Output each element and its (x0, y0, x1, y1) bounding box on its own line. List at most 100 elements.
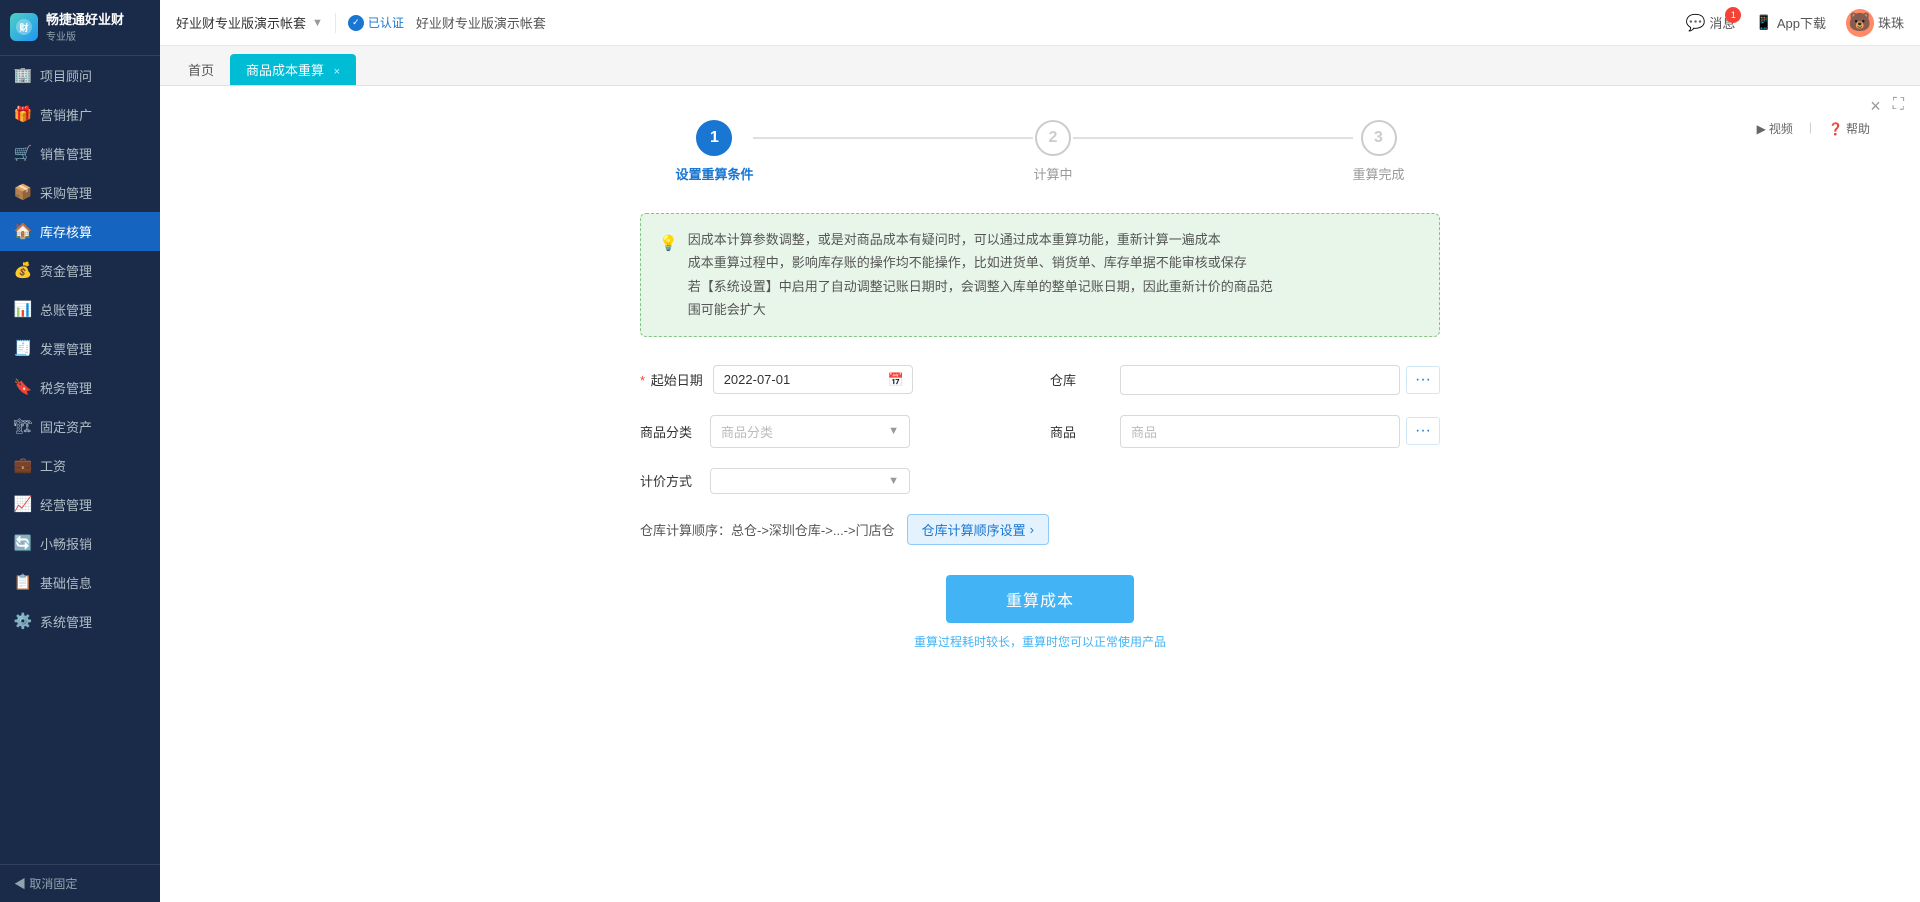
main-area: 好业财专业版演示帐套 ▼ ✓ 已认证 好业财专业版演示帐套 💬 消息 1 📱 A… (160, 0, 1920, 902)
project-icon: 🏢 (14, 66, 32, 84)
content-area: × ⛶ ▶ 视频 | ❓ 帮助 1 设置重算条件 2 计算中 (160, 86, 1920, 902)
sidebar-item-label: 库存核算 (40, 222, 92, 241)
sidebar-item-sales[interactable]: 🛒 销售管理 (0, 134, 160, 173)
sidebar-unpin-button[interactable]: ◀ 取消固定 (0, 864, 160, 902)
step-2-circle: 2 (1035, 120, 1071, 156)
app-subtitle: 专业版 (46, 28, 124, 43)
user-menu-button[interactable]: 🐻 珠珠 (1846, 9, 1904, 37)
sidebar-item-accounting[interactable]: 📊 总账管理 (0, 290, 160, 329)
sidebar-item-system[interactable]: ⚙️ 系统管理 (0, 602, 160, 641)
sidebar-item-operation[interactable]: 📈 经营管理 (0, 485, 160, 524)
unpin-label: ◀ 取消固定 (14, 875, 77, 892)
sidebar-item-finance[interactable]: 💰 资金管理 (0, 251, 160, 290)
category-group: 商品分类 商品分类 ▼ (640, 415, 1030, 448)
sidebar-item-project[interactable]: 🏢 项目顾问 (0, 56, 160, 95)
account-name: 好业财专业版演示帐套 (176, 13, 306, 32)
sidebar-item-inventory[interactable]: 🏠 库存核算 (0, 212, 160, 251)
verified-text: 已认证 (368, 14, 404, 31)
mobile-icon: 📱 (1755, 14, 1772, 31)
info-line-3: 若【系统设置】中启用了自动调整记账日期时，会调整入库单的整单记账日期，因此重新计… (688, 275, 1273, 298)
sidebar: 财 畅捷通好业财 专业版 🏢 项目顾问 🎁 营销推广 🛒 销售管理 📦 采购管理… (0, 0, 160, 902)
steps-container: 1 设置重算条件 2 计算中 3 重算完成 (190, 110, 1890, 183)
product-label: 商品 (1050, 422, 1110, 441)
tax-icon: 🔖 (14, 378, 32, 396)
sidebar-item-label: 固定资产 (40, 417, 92, 436)
sidebar-item-salary[interactable]: 💼 工资 (0, 446, 160, 485)
sidebar-item-assets[interactable]: 🏗 固定资产 (0, 407, 160, 446)
expand-window-button[interactable]: ⛶ (1893, 96, 1904, 117)
warehouse-order-row: 仓库计算顺序：总仓->深圳仓库->...->门店仓 仓库计算顺序设置 › (640, 514, 1440, 545)
category-placeholder: 商品分类 (721, 422, 773, 441)
category-label: 商品分类 (640, 422, 700, 441)
sidebar-item-label: 资金管理 (40, 261, 92, 280)
form-row-2: 商品分类 商品分类 ▼ 商品 商品 ··· (640, 415, 1440, 448)
start-date-input-wrapper[interactable]: 📅 (713, 365, 913, 394)
step-1: 1 设置重算条件 (675, 120, 753, 183)
step-3-circle: 3 (1361, 120, 1397, 156)
form-area: * 起始日期 📅 仓库 ··· (640, 365, 1440, 650)
sidebar-item-label: 发票管理 (40, 339, 92, 358)
pricing-group: 计价方式 ▼ (640, 468, 1030, 494)
warehouse-input[interactable] (1120, 365, 1400, 395)
tab-home-label: 首页 (188, 63, 214, 78)
warehouse-order-settings-button[interactable]: 仓库计算顺序设置 › (907, 514, 1049, 545)
start-date-input[interactable] (714, 366, 880, 393)
warehouse-group: 仓库 ··· (1050, 365, 1440, 395)
accounting-icon: 📊 (14, 300, 32, 318)
system-icon: ⚙️ (14, 612, 32, 630)
expense-icon: 🔄 (14, 534, 32, 552)
chevron-down-icon: ▼ (312, 17, 323, 29)
recalculate-button[interactable]: 重算成本 (946, 575, 1134, 623)
sidebar-item-label: 税务管理 (40, 378, 92, 397)
tab-close-icon[interactable]: × (334, 66, 340, 78)
sidebar-item-tax[interactable]: 🔖 税务管理 (0, 368, 160, 407)
info-line-2: 成本重算过程中，影响库存账的操作均不能操作，比如进货单、销货单、库存单据不能审核… (688, 251, 1273, 274)
calendar-icon[interactable]: 📅 (880, 372, 912, 388)
basic-icon: 📋 (14, 573, 32, 591)
step-2: 2 计算中 (1033, 120, 1072, 183)
sidebar-item-invoice[interactable]: 🧾 发票管理 (0, 329, 160, 368)
avatar: 🐻 (1846, 9, 1874, 37)
chevron-right-icon: › (1030, 522, 1034, 537)
sidebar-item-expense[interactable]: 🔄 小畅报销 (0, 524, 160, 563)
sidebar-header: 财 畅捷通好业财 专业版 (0, 0, 160, 56)
tabbar: 首页 商品成本重算 × (160, 46, 1920, 86)
step-3: 3 重算完成 (1353, 120, 1405, 183)
tab-active[interactable]: 商品成本重算 × (230, 54, 356, 85)
sidebar-item-label: 工资 (40, 456, 66, 475)
assets-icon: 🏗 (14, 417, 32, 435)
info-box: 💡 因成本计算参数调整，或是对商品成本有疑问时，可以通过成本重算功能，重新计算一… (640, 213, 1440, 337)
product-input[interactable]: 商品 (1120, 415, 1400, 448)
messages-button[interactable]: 💬 消息 1 (1685, 13, 1735, 33)
warehouse-ellipsis-button[interactable]: ··· (1406, 366, 1440, 394)
sidebar-item-label: 基础信息 (40, 573, 92, 592)
sidebar-item-label: 项目顾问 (40, 66, 92, 85)
step-1-label: 设置重算条件 (675, 164, 753, 183)
finance-icon: 💰 (14, 261, 32, 279)
product-group: 商品 商品 ··· (1050, 415, 1440, 448)
account-selector[interactable]: 好业财专业版演示帐套 ▼ (176, 13, 323, 32)
shield-icon: ✓ (348, 15, 364, 31)
sidebar-item-marketing[interactable]: 🎁 营销推广 (0, 95, 160, 134)
sidebar-item-basic[interactable]: 📋 基础信息 (0, 563, 160, 602)
active-tab-label: 商品成本重算 (246, 63, 324, 78)
start-date-label: * 起始日期 (640, 370, 703, 389)
info-line-4: 围可能会扩大 (688, 298, 1273, 321)
form-row-1: * 起始日期 📅 仓库 ··· (640, 365, 1440, 395)
product-ellipsis-button[interactable]: ··· (1406, 417, 1440, 445)
step-3-label: 重算完成 (1353, 164, 1405, 183)
app-download-button[interactable]: 📱 App下载 (1755, 13, 1826, 32)
category-select[interactable]: 商品分类 ▼ (710, 415, 910, 448)
step-line-2 (1073, 137, 1353, 139)
topbar-right: 💬 消息 1 📱 App下载 🐻 珠珠 (1685, 9, 1904, 37)
sidebar-item-purchase[interactable]: 📦 采购管理 (0, 173, 160, 212)
message-icon: 💬 (1685, 13, 1705, 33)
pricing-select[interactable]: ▼ (710, 468, 910, 494)
warehouse-order-label: 仓库计算顺序：总仓->深圳仓库->...->门店仓 (640, 520, 895, 539)
tab-home[interactable]: 首页 (172, 54, 230, 85)
chevron-down-icon: ▼ (888, 475, 899, 487)
recalc-note: 重算过程耗时较长，重算时您可以正常使用产品 (640, 633, 1440, 650)
sidebar-item-label: 营销推广 (40, 105, 92, 124)
messages-count: 1 (1725, 7, 1741, 23)
step-line-1 (753, 137, 1033, 139)
